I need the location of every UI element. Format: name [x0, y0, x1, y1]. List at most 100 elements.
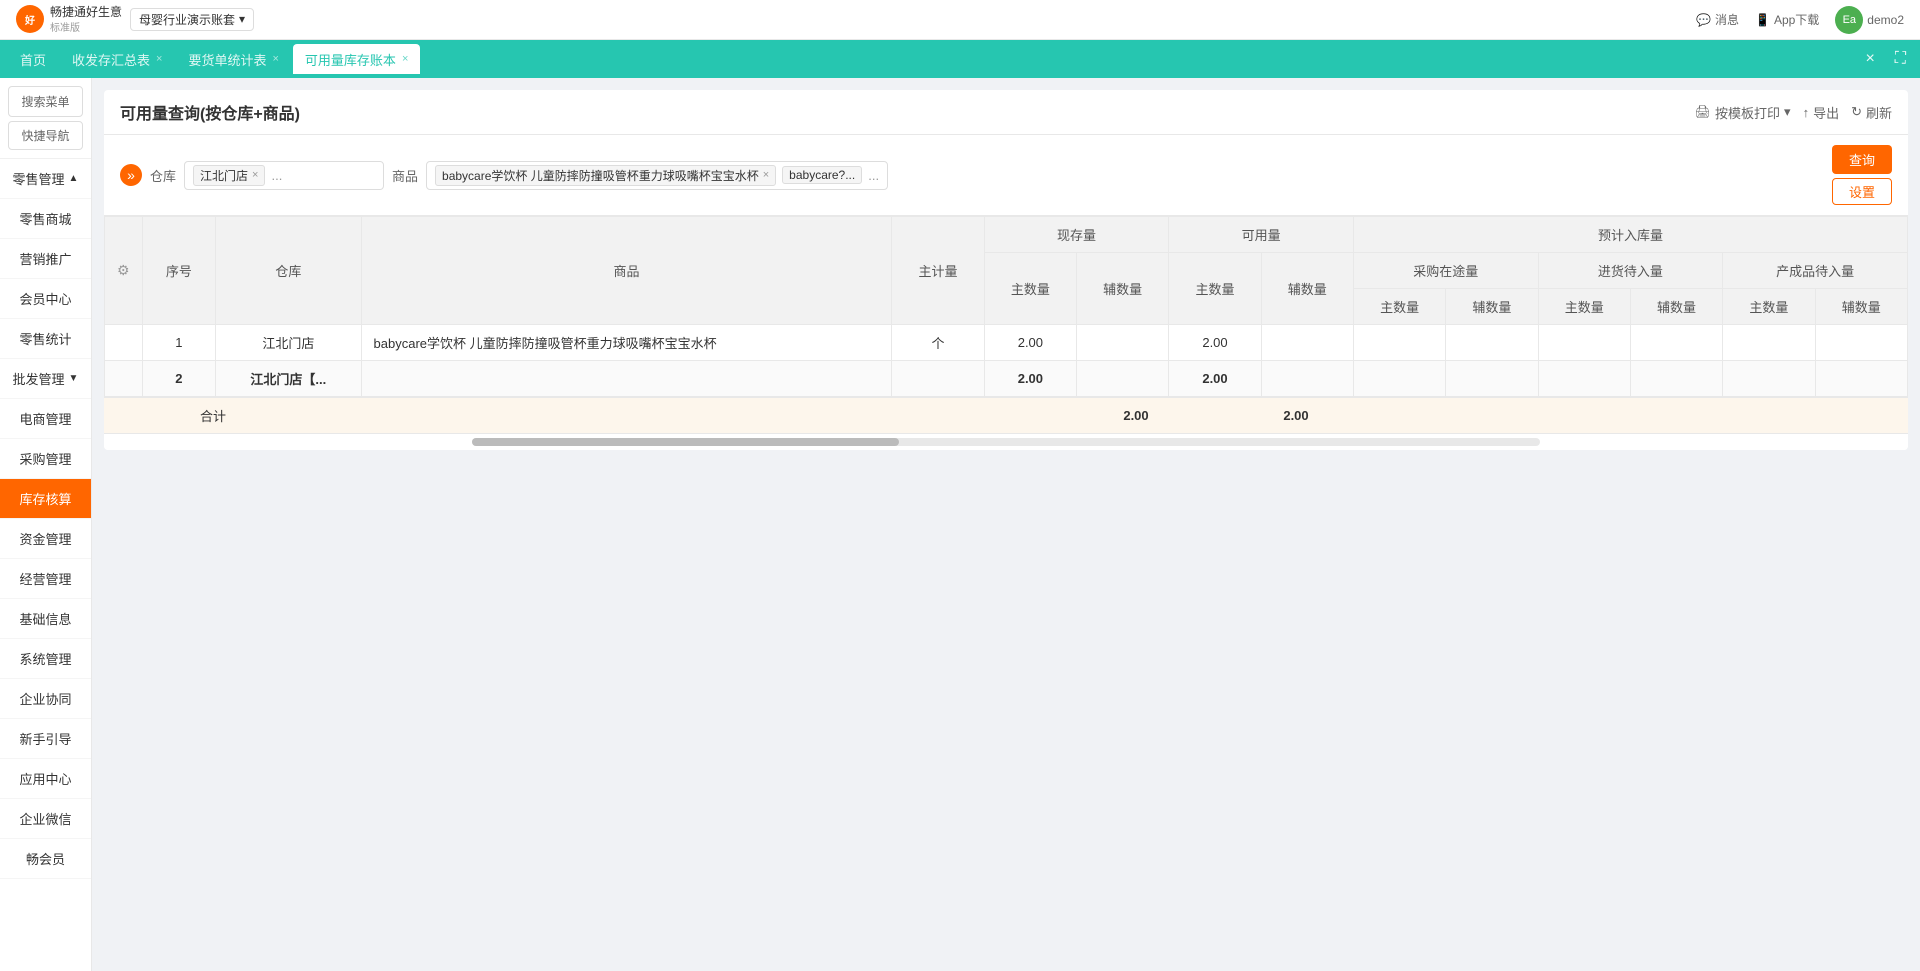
- sidebar-search-btn[interactable]: 搜索菜单: [8, 86, 83, 117]
- refresh-label: 刷新: [1866, 103, 1892, 122]
- table-wrapper: ⚙ 序号 仓库 商品 主计量 现存量 可用量 预计入库量 主数量 辅数量 主数量: [104, 216, 1908, 450]
- tab-order-close[interactable]: ×: [272, 53, 278, 65]
- cell-current-main: 2.00: [984, 325, 1076, 361]
- th-product-incoming-main: 主数量: [1723, 289, 1815, 325]
- cell-incoming-main: [1538, 325, 1630, 361]
- th-forecast: 预计入库量: [1353, 217, 1907, 253]
- group-cell-unit: [892, 361, 984, 397]
- refresh-button[interactable]: ↻ 刷新: [1851, 103, 1892, 122]
- export-button[interactable]: ↑ 导出: [1803, 103, 1840, 122]
- group-cell-avail-aux: [1261, 361, 1353, 397]
- tab-receivepay-label: 收发存汇总表: [72, 50, 150, 69]
- th-purchase-transit-aux: 辅数量: [1446, 289, 1538, 325]
- filter-expand-button[interactable]: »: [120, 164, 142, 186]
- th-purchase-transit: 采购在途量: [1353, 253, 1538, 289]
- tab-receivepay-close[interactable]: ×: [156, 53, 162, 65]
- sidebar-item-wholesale-mgmt[interactable]: 批发管理 ▼: [0, 359, 91, 399]
- sidebar-item-enterprise-wechat[interactable]: 企业微信: [0, 799, 91, 839]
- group-cell-incoming-main: [1538, 361, 1630, 397]
- product-tag-1[interactable]: babycare学饮杯 儿童防摔防撞吸管杯重力球吸嘴杯宝宝水杯 ×: [435, 165, 776, 186]
- top-bar: 好 畅捷通好生意 标准版 母婴行业演示账套 ▾ 💬 消息 📱 App下载 Ea …: [0, 0, 1920, 40]
- warehouse-tag-1[interactable]: 江北门店 ×: [193, 165, 265, 186]
- user-menu[interactable]: Ea demo2: [1835, 6, 1904, 34]
- user-label: demo2: [1867, 13, 1904, 27]
- group-cell-incoming-aux: [1630, 361, 1722, 397]
- group-cell-no: 2: [142, 361, 216, 397]
- product-filter-tags[interactable]: babycare学饮杯 儿童防摔防撞吸管杯重力球吸嘴杯宝宝水杯 × babyca…: [426, 161, 888, 190]
- sidebar-item-members2[interactable]: 畅会员: [0, 839, 91, 879]
- top-bar-right: 💬 消息 📱 App下载 Ea demo2: [1696, 6, 1904, 34]
- tab-receivepay[interactable]: 收发存汇总表 ×: [60, 44, 174, 74]
- warehouse-filter-tags[interactable]: 江北门店 × ...: [184, 161, 384, 190]
- th-no: 序号: [142, 217, 216, 325]
- settings-button[interactable]: 设置: [1832, 178, 1892, 205]
- sidebar-item-new-guide[interactable]: 新手引导: [0, 719, 91, 759]
- sidebar-item-ecom-mgmt[interactable]: 电商管理: [0, 399, 91, 439]
- filter-more-dots[interactable]: ...: [271, 168, 282, 183]
- sidebar-item-ops-mgmt[interactable]: 经营管理: [0, 559, 91, 599]
- sidebar-item-ecom-mgmt-label: 电商管理: [19, 409, 71, 428]
- gear-icon[interactable]: ⚙: [117, 262, 130, 278]
- sidebar-item-enterprise[interactable]: 企业协同: [0, 679, 91, 719]
- th-current-stock: 现存量: [984, 217, 1169, 253]
- sidebar-nav-btn[interactable]: 快捷导航: [8, 121, 83, 150]
- tab-home[interactable]: 首页: [8, 44, 58, 74]
- sidebar-item-app-center[interactable]: 应用中心: [0, 759, 91, 799]
- sidebar-item-enterprise-label: 企业协同: [19, 689, 71, 708]
- sidebar-item-base-info-label: 基础信息: [19, 609, 71, 628]
- sidebar-item-retail-mgmt[interactable]: 零售管理 ▲: [0, 159, 91, 199]
- cell-no: 1: [142, 325, 216, 361]
- tab-fullscreen-btn[interactable]: ⛶: [1889, 48, 1912, 70]
- sidebar-item-inventory[interactable]: 库存核算: [0, 479, 91, 519]
- product-filter-more-dots[interactable]: ...: [868, 168, 879, 183]
- tab-available-close[interactable]: ×: [402, 53, 408, 65]
- warehouse-tag-1-close[interactable]: ×: [252, 169, 258, 181]
- sidebar-item-marketing-label: 营销推广: [19, 249, 71, 268]
- sidebar-item-retail-stats[interactable]: 零售统计: [0, 319, 91, 359]
- sidebar-item-enterprise-wechat-label: 企业微信: [19, 809, 71, 828]
- th-avail-aux: 辅数量: [1261, 253, 1353, 325]
- app-download-button[interactable]: 📱 App下载: [1755, 11, 1819, 28]
- sidebar-item-retail-mall[interactable]: 零售商城: [0, 199, 91, 239]
- th-avail-main: 主数量: [1169, 253, 1261, 325]
- th-warehouse: 仓库: [216, 217, 361, 325]
- sidebar-item-marketing[interactable]: 营销推广: [0, 239, 91, 279]
- cell-warehouse: 江北门店: [216, 325, 361, 361]
- group-cell-product-incoming-main: [1723, 361, 1815, 397]
- sidebar-item-retail-mall-label: 零售商城: [19, 209, 71, 228]
- sidebar-item-base-info[interactable]: 基础信息: [0, 599, 91, 639]
- app-icon: 📱: [1755, 13, 1770, 27]
- filter-right: 查询 设置: [1832, 145, 1892, 205]
- sidebar-item-finance-mgmt[interactable]: 资金管理: [0, 519, 91, 559]
- industry-selector[interactable]: 母婴行业演示账套 ▾: [130, 8, 254, 31]
- tab-window-close-btn[interactable]: ×: [1859, 48, 1880, 70]
- cell-incoming-aux: [1630, 325, 1722, 361]
- table-footer: 合计 2.00 2.00: [104, 397, 1908, 433]
- th-available: 可用量: [1169, 217, 1354, 253]
- print-icon: 🖨: [1695, 104, 1712, 120]
- sidebar-item-ops-mgmt-label: 经营管理: [19, 569, 71, 588]
- scrollbar-area: [104, 433, 1908, 450]
- sidebar-item-finance-mgmt-label: 资金管理: [19, 529, 71, 548]
- tab-order[interactable]: 要货单统计表 ×: [176, 44, 290, 74]
- product-tag-2[interactable]: babycare?...: [782, 166, 862, 184]
- th-product-incoming-aux: 辅数量: [1815, 289, 1907, 325]
- page-header-actions: 🖨 按模板打印 ▾ ↑ 导出 ↻ 刷新: [1695, 103, 1893, 122]
- top-bar-left: 好 畅捷通好生意 标准版 母婴行业演示账套 ▾: [16, 5, 254, 34]
- sidebar-item-sys-mgmt[interactable]: 系统管理: [0, 639, 91, 679]
- avatar: Ea: [1835, 6, 1863, 34]
- sidebar-item-members[interactable]: 会员中心: [0, 279, 91, 319]
- th-incoming-aux: 辅数量: [1630, 289, 1722, 325]
- message-button[interactable]: 💬 消息: [1696, 11, 1739, 28]
- template-print-button[interactable]: 🖨 按模板打印 ▾: [1695, 103, 1791, 122]
- cell-avail-main: 2.00: [1169, 325, 1261, 361]
- industry-label: 母婴行业演示账套: [139, 11, 235, 28]
- query-button[interactable]: 查询: [1832, 145, 1892, 174]
- th-current-main: 主数量: [984, 253, 1076, 325]
- sidebar-item-purchase-mgmt[interactable]: 采购管理: [0, 439, 91, 479]
- sidebar-item-app-center-label: 应用中心: [19, 769, 71, 788]
- product-tag-1-close[interactable]: ×: [763, 169, 769, 181]
- tab-available[interactable]: 可用量库存账本 ×: [293, 44, 420, 74]
- cell-product-incoming-main: [1723, 325, 1815, 361]
- sidebar-item-members2-label: 畅会员: [26, 849, 65, 868]
